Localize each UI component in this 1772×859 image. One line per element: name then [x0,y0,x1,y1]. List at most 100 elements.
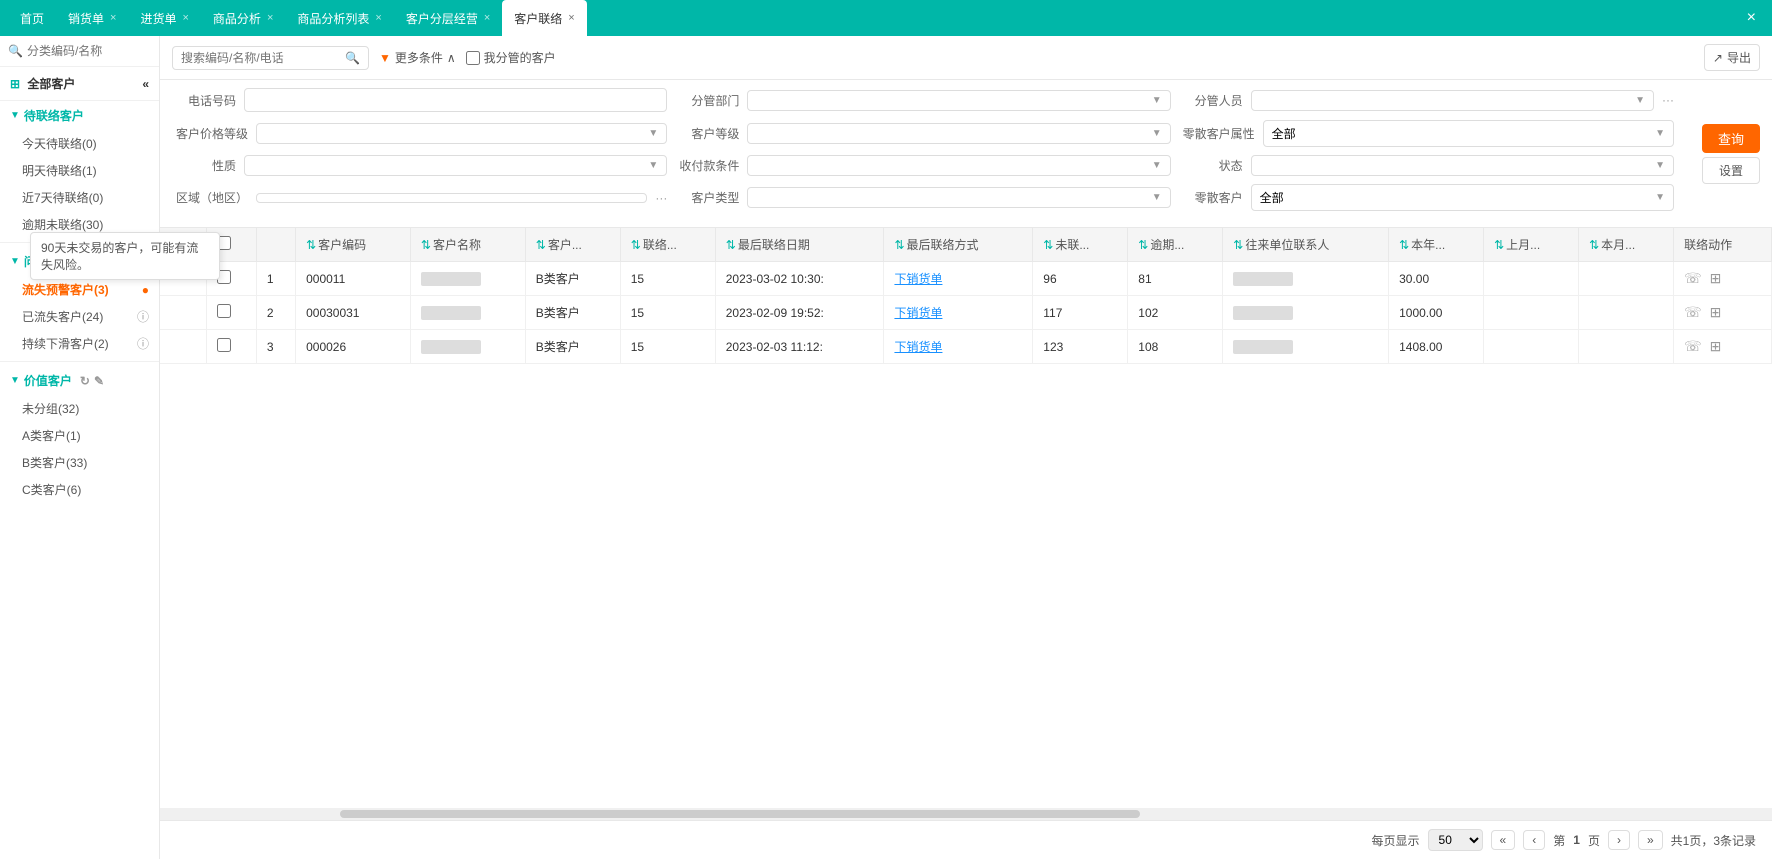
more-conditions-btn[interactable]: ▼ 更多条件 ∧ [379,49,456,66]
tab-sales[interactable]: 销货单 × [56,0,128,36]
tab-customer-link[interactable]: 客户联络 × [502,0,586,36]
row-type-0: B类客户 [525,262,620,296]
refresh-icon[interactable]: ↻ [80,374,90,388]
sidebar-item-tomorrow[interactable]: 明天待联络(1) [0,157,159,184]
sidebar-item-churn-decline[interactable]: 持续下滑客户(2) ⓘ [0,330,159,357]
page-size-select[interactable]: 50 100 200 [1428,829,1483,851]
next-page-btn[interactable]: › [1608,830,1630,850]
status-select[interactable]: ▼ [1251,155,1674,176]
price-level-arrow: ▼ [648,128,658,139]
filter-row-4: 区域（地区） ··· 客户类型 ▼ 零散客户 [176,184,1674,211]
close-analysis-list-tab[interactable]: × [375,12,381,24]
zero-customer-select[interactable]: 全部 ▼ [1251,184,1674,211]
row-select-1[interactable] [217,304,231,318]
tab-purchase[interactable]: 进货单 × [128,0,200,36]
close-customer-link-tab[interactable]: × [568,12,574,24]
tab-customer-layer[interactable]: 客户分层经营 × [394,0,502,36]
sidebar-item-class-c[interactable]: C类客户(6) [0,476,159,503]
close-customer-layer-tab[interactable]: × [484,12,490,24]
close-analysis-tab[interactable]: × [267,12,273,24]
col-not-contacted[interactable]: ⇅未联... [1033,228,1128,262]
sidebar-item-class-b[interactable]: B类客户(33) [0,449,159,476]
row-last-month-0 [1484,262,1579,296]
region-select[interactable] [256,193,647,203]
advanced-filter-panel: 电话号码 分管部门 ▼ 分管人员 ▼ [160,80,1772,228]
row-name-0 [410,262,525,296]
sidebar-section-pending[interactable]: ▼ 待联络客户 [0,101,159,130]
col-overdue[interactable]: ⇅逾期... [1128,228,1223,262]
manager-select[interactable]: ▼ [1251,90,1654,111]
sidebar-search-area: 🔍 [0,36,159,67]
close-sales-tab[interactable]: × [110,12,116,24]
search-field: 🔍 [172,46,369,70]
row-not-contacted-1: 117 [1033,296,1128,330]
manager-more-icon[interactable]: ··· [1662,93,1674,107]
gender-select[interactable]: ▼ [244,155,667,176]
last-method-link-0[interactable]: 下销货单 [894,272,942,286]
row-last-method-1: 下销货单 [884,296,1033,330]
query-button[interactable]: 查询 [1702,124,1760,153]
price-level-select[interactable]: ▼ [256,123,667,144]
sort-icon-code: ⇅ [306,238,316,252]
last-method-link-2[interactable]: 下销货单 [894,340,942,354]
action-more-icon-0[interactable]: ⊞ [1710,270,1722,287]
action-contact-icon-1[interactable]: ☏ [1684,304,1702,321]
col-name[interactable]: ⇅客户名称 [410,228,525,262]
phone-input[interactable] [244,88,667,112]
col-unit-contact[interactable]: ⇅往来单位联系人 [1223,228,1389,262]
col-action: 联络动作 [1674,228,1772,262]
region-more-icon[interactable]: ··· [655,191,667,205]
payment-select[interactable]: ▼ [747,155,1170,176]
col-this-year[interactable]: ⇅本年... [1389,228,1484,262]
close-all-tabs[interactable]: × [1739,9,1764,27]
sidebar-item-class-a[interactable]: A类客户(1) [0,422,159,449]
sidebar-item-churn-warning[interactable]: 流失预警客户(3) ● [0,276,159,303]
col-last-date[interactable]: ⇅最后联络日期 [715,228,884,262]
action-contact-icon-0[interactable]: ☏ [1684,270,1702,287]
zero-attr-select[interactable]: 全部 ▼ [1263,120,1674,147]
sidebar-item-churn-lost[interactable]: 已流失客户(24) ⓘ [0,303,159,330]
col-code[interactable]: ⇅客户编码 [296,228,411,262]
row-settings-2 [160,330,207,364]
tab-analysis-list[interactable]: 商品分析列表 × [285,0,393,36]
sidebar-item-7days[interactable]: 近7天待联络(0) [0,184,159,211]
export-button[interactable]: ↗ 导出 [1704,44,1760,71]
scrollbar-thumb[interactable] [340,810,1140,818]
last-page-btn[interactable]: » [1638,830,1663,850]
prev-page-btn[interactable]: ‹ [1523,830,1545,850]
zero-customer-arrow: ▼ [1655,192,1665,203]
sidebar-item-ungroup[interactable]: 未分组(32) [0,395,159,422]
col-contact[interactable]: ⇅联络... [620,228,715,262]
sidebar-search-input[interactable] [27,44,160,58]
sidebar-section-value[interactable]: ▼ 价值客户 ↻ ✎ [0,366,159,395]
tab-analysis[interactable]: 商品分析 × [201,0,285,36]
action-contact-icon-2[interactable]: ☏ [1684,338,1702,355]
last-method-link-1[interactable]: 下销货单 [894,306,942,320]
col-customer-type[interactable]: ⇅客户... [525,228,620,262]
col-this-month[interactable]: ⇅本月... [1579,228,1674,262]
row-index-0: 1 [256,262,295,296]
tab-home[interactable]: 首页 [8,0,56,36]
col-last-method[interactable]: ⇅最后联络方式 [884,228,1033,262]
sidebar-all-customers[interactable]: ⊞ 全部客户 « [0,67,159,101]
gender-arrow: ▼ [648,160,658,171]
my-customers-checkbox[interactable] [466,51,480,65]
first-page-btn[interactable]: « [1491,830,1516,850]
settings-button[interactable]: 设置 [1702,157,1760,184]
dept-select[interactable]: ▼ [747,90,1170,111]
action-more-icon-2[interactable]: ⊞ [1710,338,1722,355]
close-purchase-tab[interactable]: × [182,12,188,24]
sort-icon-this-month: ⇅ [1589,238,1599,252]
row-select-2[interactable] [217,338,231,352]
page-label: 第 [1553,832,1565,849]
col-last-month[interactable]: ⇅上月... [1484,228,1579,262]
customer-type-select[interactable]: ▼ [747,187,1170,208]
sidebar-collapse-icon[interactable]: « [142,77,149,91]
customer-level-select[interactable]: ▼ [747,123,1170,144]
search-input[interactable] [181,51,341,65]
filter-bar: 🔍 ▼ 更多条件 ∧ 我分管的客户 ↗ 导出 [160,36,1772,80]
edit-icon[interactable]: ✎ [94,374,104,388]
sidebar-item-today[interactable]: 今天待联络(0) [0,130,159,157]
horizontal-scrollbar[interactable] [160,808,1772,820]
action-more-icon-1[interactable]: ⊞ [1710,304,1722,321]
